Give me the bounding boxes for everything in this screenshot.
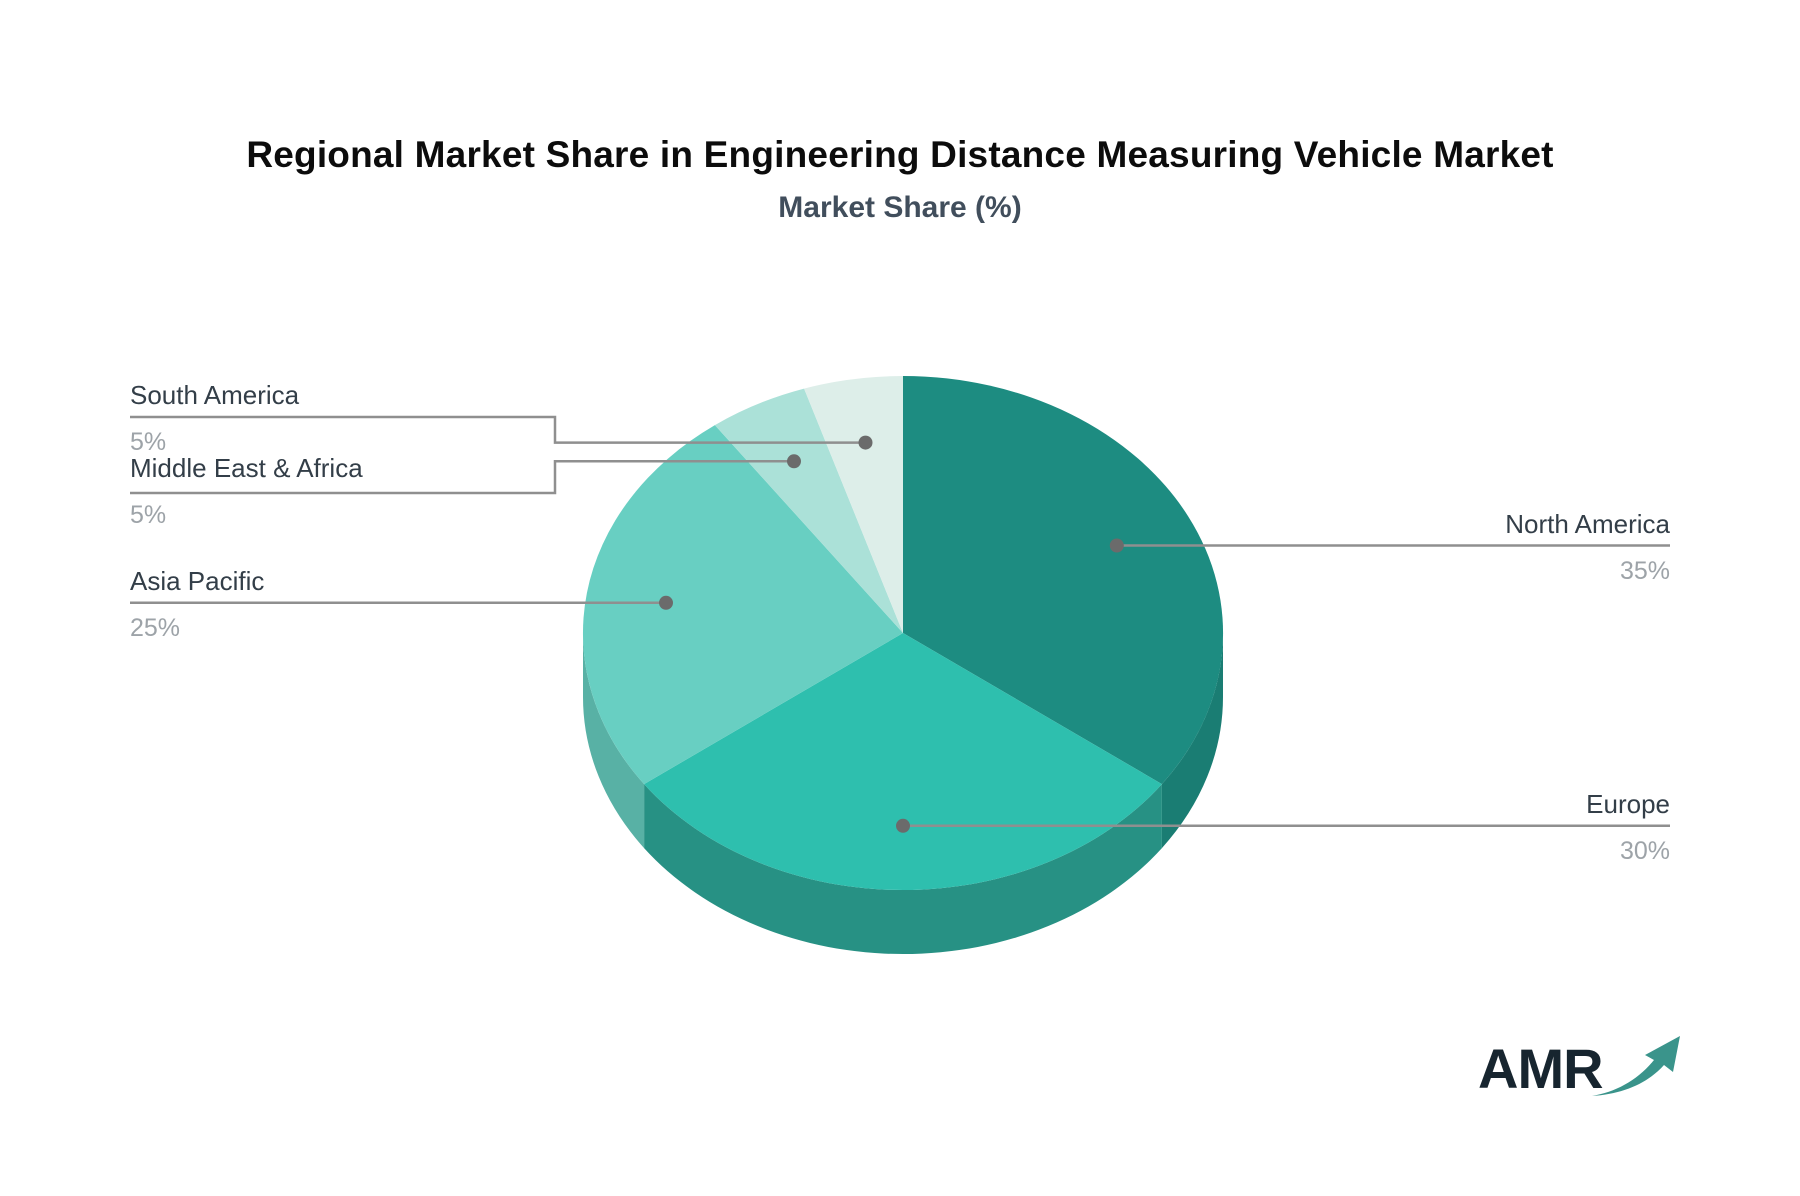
slice-name: Europe bbox=[1586, 789, 1670, 819]
slice-percent: 25% bbox=[130, 614, 181, 643]
slice-name: Asia Pacific bbox=[130, 566, 265, 596]
leader-dot-south-america bbox=[858, 435, 873, 450]
slice-name: North America bbox=[1505, 509, 1670, 539]
pie-top-layer bbox=[582, 376, 1224, 891]
slice-percent: 35% bbox=[1619, 557, 1670, 586]
slice-label-middle-east-africa: Middle East & Africa 5% bbox=[130, 453, 560, 530]
amr-logo-text: AMR bbox=[1478, 1037, 1604, 1100]
slice-label-europe: Europe 30% bbox=[1240, 789, 1670, 866]
slice-label-south-america: South America 5% bbox=[130, 380, 560, 457]
slice-name: South America bbox=[130, 380, 300, 410]
trend-up-arrow-icon bbox=[1592, 1036, 1680, 1096]
slice-label-asia-pacific: Asia Pacific 25% bbox=[130, 566, 560, 643]
leader-dot-middle-east-africa bbox=[787, 454, 801, 469]
leader-dot-asia-pacific bbox=[659, 595, 673, 610]
amr-logo: AMR bbox=[1478, 1036, 1708, 1116]
slice-label-north-america: North America 35% bbox=[1240, 509, 1670, 586]
leader-dot-north-america bbox=[1109, 538, 1124, 553]
slice-percent: 5% bbox=[130, 428, 167, 457]
slice-percent: 30% bbox=[1619, 837, 1670, 866]
leader-dot-europe bbox=[896, 818, 910, 833]
slice-percent: 5% bbox=[130, 501, 167, 530]
slice-name: Middle East & Africa bbox=[130, 453, 363, 483]
